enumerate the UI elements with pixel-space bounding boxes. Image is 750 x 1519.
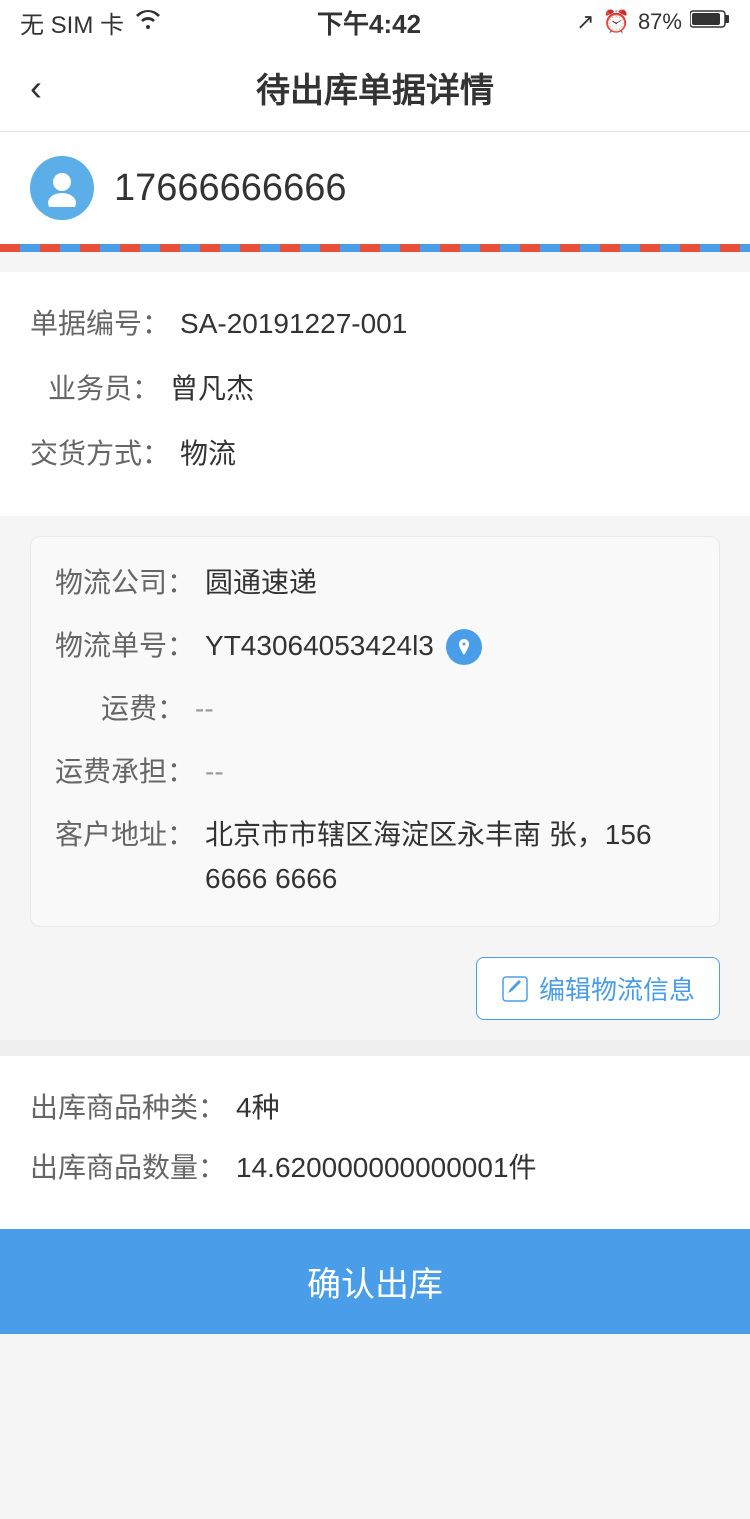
edit-icon (501, 975, 529, 1003)
avatar (30, 156, 94, 220)
confirm-button-label: 确认出库 (307, 1266, 443, 1304)
status-left: 无 SIM 卡 (20, 5, 162, 40)
goods-quantity-value: 14.620000000000001件 (236, 1146, 720, 1186)
alarm-icon: ⏰ (603, 9, 630, 35)
map-pin-icon (454, 637, 474, 657)
location-status-icon: ↗ (576, 9, 594, 35)
freight-bearer-row: 运费承担： -- (55, 750, 695, 795)
order-no-value: SA-20191227-001 (180, 302, 720, 347)
goods-type-label: 出库商品种类： (30, 1086, 236, 1126)
freight-bearer-label: 运费承担： (55, 750, 205, 795)
delivery-method-row: 交货方式： 物流 (30, 432, 720, 477)
logistics-company-value: 圆通速递 (205, 561, 695, 606)
sim-label: 无 SIM 卡 (20, 5, 124, 40)
back-button[interactable]: ‹ (30, 67, 42, 109)
address-row: 客户地址： 北京市市辖区海淀区永丰南 张，156 6666 6666 (55, 813, 695, 903)
address-label: 客户地址： (55, 813, 205, 858)
delivery-method-value: 物流 (180, 432, 720, 477)
confirm-button-container[interactable]: 确认出库 (0, 1229, 750, 1334)
battery-label: 87% (638, 9, 682, 35)
order-no-row: 单据编号： SA-20191227-001 (30, 302, 720, 347)
goods-section: 出库商品种类： 4种 出库商品数量： 14.620000000000001件 (0, 1056, 750, 1226)
status-bar: 无 SIM 卡 下午4:42 ↗ ⏰ 87% (0, 0, 750, 44)
tracking-no-value: YT43064053424l3 (205, 624, 695, 669)
section-separator (0, 1040, 750, 1056)
status-time: 下午4:42 (317, 4, 421, 41)
freight-bearer-value: -- (205, 750, 695, 795)
customer-header: 17666666666 (0, 132, 750, 244)
order-info-section: 单据编号： SA-20191227-001 业务员： 曾凡杰 交货方式： 物流 (0, 272, 750, 516)
customer-phone: 17666666666 (114, 167, 346, 210)
logistics-company-row: 物流公司： 圆通速递 (55, 561, 695, 606)
track-location-icon[interactable] (446, 629, 482, 665)
goods-quantity-row: 出库商品数量： 14.620000000000001件 (30, 1146, 720, 1186)
freight-row: 运费： -- (55, 687, 695, 732)
logistics-company-label: 物流公司： (55, 561, 205, 606)
salesperson-label: 业务员： (30, 367, 170, 412)
goods-type-value: 4种 (236, 1086, 720, 1126)
salesperson-row: 业务员： 曾凡杰 (30, 367, 720, 412)
freight-label: 运费： (55, 687, 195, 732)
logistics-card: 物流公司： 圆通速递 物流单号： YT43064053424l3 运费： -- … (30, 536, 720, 927)
status-right: ↗ ⏰ 87% (576, 9, 730, 35)
battery-icon (690, 9, 730, 35)
edit-logistics-container: 编辑物流信息 (0, 947, 750, 1040)
order-no-label: 单据编号： (30, 302, 180, 347)
edit-logistics-label: 编辑物流信息 (539, 970, 695, 1007)
tracking-no-label: 物流单号： (55, 624, 205, 669)
goods-quantity-label: 出库商品数量： (30, 1146, 236, 1186)
edit-logistics-button[interactable]: 编辑物流信息 (476, 957, 720, 1020)
freight-value: -- (195, 687, 695, 732)
person-icon (43, 169, 81, 207)
salesperson-value: 曾凡杰 (170, 367, 720, 412)
nav-bar: ‹ 待出库单据详情 (0, 44, 750, 132)
bottom-spacer (0, 1319, 750, 1519)
goods-type-row: 出库商品种类： 4种 (30, 1086, 720, 1126)
page-title: 待出库单据详情 (256, 63, 494, 112)
tracking-no-row: 物流单号： YT43064053424l3 (55, 624, 695, 669)
delivery-method-label: 交货方式： (30, 432, 180, 477)
wifi-icon (134, 8, 162, 36)
address-value: 北京市市辖区海淀区永丰南 张，156 6666 6666 (205, 813, 695, 903)
dashed-divider (0, 244, 750, 252)
